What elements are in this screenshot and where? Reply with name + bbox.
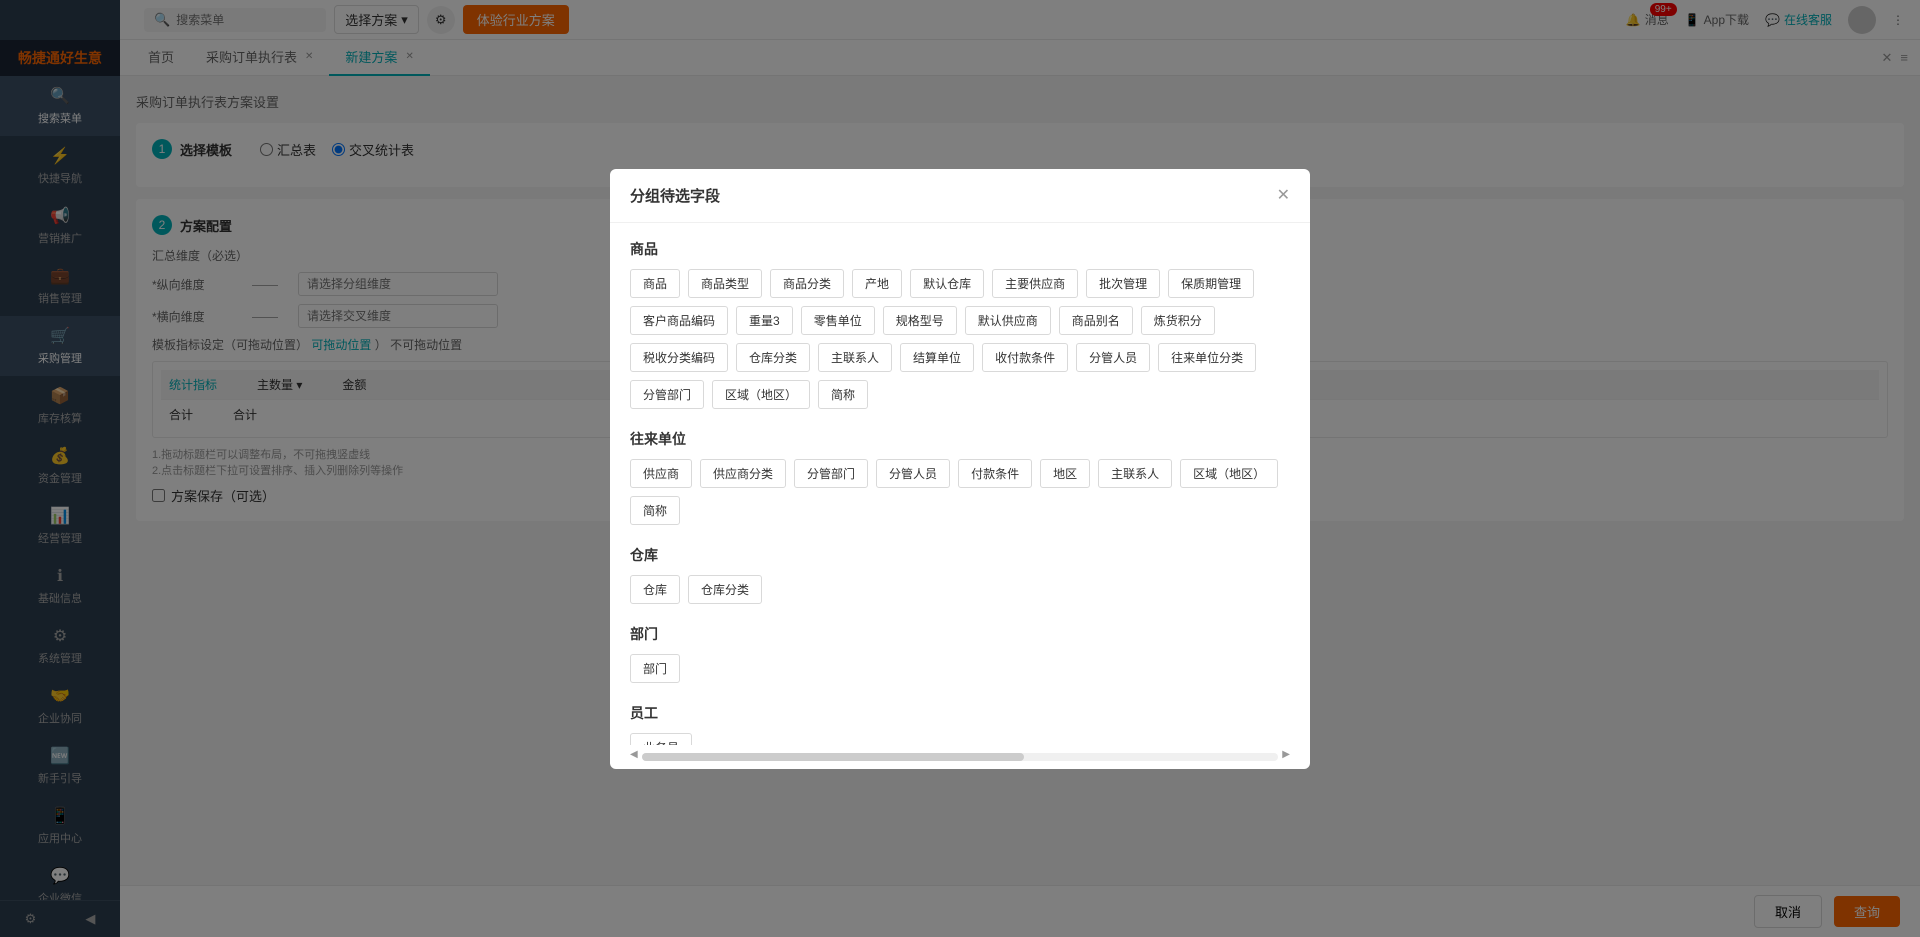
section-goods: 商品 商品 商品类型 商品分类 产地 默认仓库 主要供应商 批次管理 保质期管理… [630, 239, 1290, 409]
field-tag[interactable]: 分管人员 [876, 459, 950, 488]
field-tag[interactable]: 商品类型 [688, 269, 762, 298]
field-tag[interactable]: 分管部门 [630, 380, 704, 409]
field-tag[interactable]: 部门 [630, 654, 680, 683]
field-tag[interactable]: 客户商品编码 [630, 306, 728, 335]
field-select-modal: 分组待选字段 ✕ 商品 商品 商品类型 商品分类 产地 默认仓库 主要供应商 批… [610, 169, 1310, 769]
field-tag[interactable]: 仓库 [630, 575, 680, 604]
modal-body: 商品 商品 商品类型 商品分类 产地 默认仓库 主要供应商 批次管理 保质期管理… [610, 223, 1310, 745]
field-tag[interactable]: 区域（地区） [712, 380, 810, 409]
section-goods-tags: 商品 商品类型 商品分类 产地 默认仓库 主要供应商 批次管理 保质期管理 客户… [630, 269, 1290, 409]
section-partners-title: 往来单位 [630, 429, 1290, 449]
field-tag[interactable]: 商品 [630, 269, 680, 298]
field-tag[interactable]: 业务员 [630, 733, 692, 745]
field-tag[interactable]: 产地 [852, 269, 902, 298]
field-tag[interactable]: 重量3 [736, 306, 793, 335]
field-tag[interactable]: 商品分类 [770, 269, 844, 298]
modal-overlay: 分组待选字段 ✕ 商品 商品 商品类型 商品分类 产地 默认仓库 主要供应商 批… [0, 0, 1920, 937]
modal-header: 分组待选字段 ✕ [610, 169, 1310, 223]
section-partners: 往来单位 供应商 供应商分类 分管部门 分管人员 付款条件 地区 主联系人 区域… [630, 429, 1290, 525]
field-tag[interactable]: 供应商分类 [700, 459, 786, 488]
modal-hscroll-area: ◀ ▶ [610, 745, 1310, 769]
field-tag[interactable]: 主联系人 [1098, 459, 1172, 488]
field-tag[interactable]: 税收分类编码 [630, 343, 728, 372]
field-tag[interactable]: 主联系人 [818, 343, 892, 372]
field-tag[interactable]: 默认仓库 [910, 269, 984, 298]
field-tag[interactable]: 分管人员 [1076, 343, 1150, 372]
field-tag[interactable]: 炼货积分 [1141, 306, 1215, 335]
section-department-tags: 部门 [630, 654, 1290, 683]
field-tag[interactable]: 批次管理 [1086, 269, 1160, 298]
field-tag[interactable]: 供应商 [630, 459, 692, 488]
hscroll-left-arrow[interactable]: ◀ [630, 749, 638, 760]
modal-title: 分组待选字段 [630, 185, 720, 206]
field-tag[interactable]: 商品别名 [1059, 306, 1133, 335]
section-warehouse-tags: 仓库 仓库分类 [630, 575, 1290, 604]
section-department-title: 部门 [630, 624, 1290, 644]
section-goods-title: 商品 [630, 239, 1290, 259]
section-warehouse-title: 仓库 [630, 545, 1290, 565]
field-tag[interactable]: 简称 [630, 496, 680, 525]
section-warehouse: 仓库 仓库 仓库分类 [630, 545, 1290, 604]
field-tag[interactable]: 保质期管理 [1168, 269, 1254, 298]
modal-hscroll-thumb [642, 753, 1024, 761]
section-department: 部门 部门 [630, 624, 1290, 683]
field-tag[interactable]: 仓库分类 [736, 343, 810, 372]
field-tag[interactable]: 结算单位 [900, 343, 974, 372]
section-employee-title: 员工 [630, 703, 1290, 723]
field-tag[interactable]: 付款条件 [958, 459, 1032, 488]
field-tag[interactable]: 仓库分类 [688, 575, 762, 604]
field-tag[interactable]: 零售单位 [801, 306, 875, 335]
field-tag[interactable]: 简称 [818, 380, 868, 409]
field-tag[interactable]: 收付款条件 [982, 343, 1068, 372]
field-tag[interactable]: 分管部门 [794, 459, 868, 488]
hscroll-right-arrow[interactable]: ▶ [1282, 749, 1290, 760]
field-tag[interactable]: 规格型号 [883, 306, 957, 335]
field-tag[interactable]: 区域（地区） [1180, 459, 1278, 488]
field-tag[interactable]: 地区 [1040, 459, 1090, 488]
field-tag[interactable]: 主要供应商 [992, 269, 1078, 298]
field-tag[interactable]: 往来单位分类 [1158, 343, 1256, 372]
section-employee: 员工 业务员 [630, 703, 1290, 745]
section-partners-tags: 供应商 供应商分类 分管部门 分管人员 付款条件 地区 主联系人 区域（地区） … [630, 459, 1290, 525]
field-tag[interactable]: 默认供应商 [965, 306, 1051, 335]
modal-hscroll-bar[interactable] [642, 753, 1279, 761]
section-employee-tags: 业务员 [630, 733, 1290, 745]
modal-close-button[interactable]: ✕ [1277, 185, 1290, 205]
